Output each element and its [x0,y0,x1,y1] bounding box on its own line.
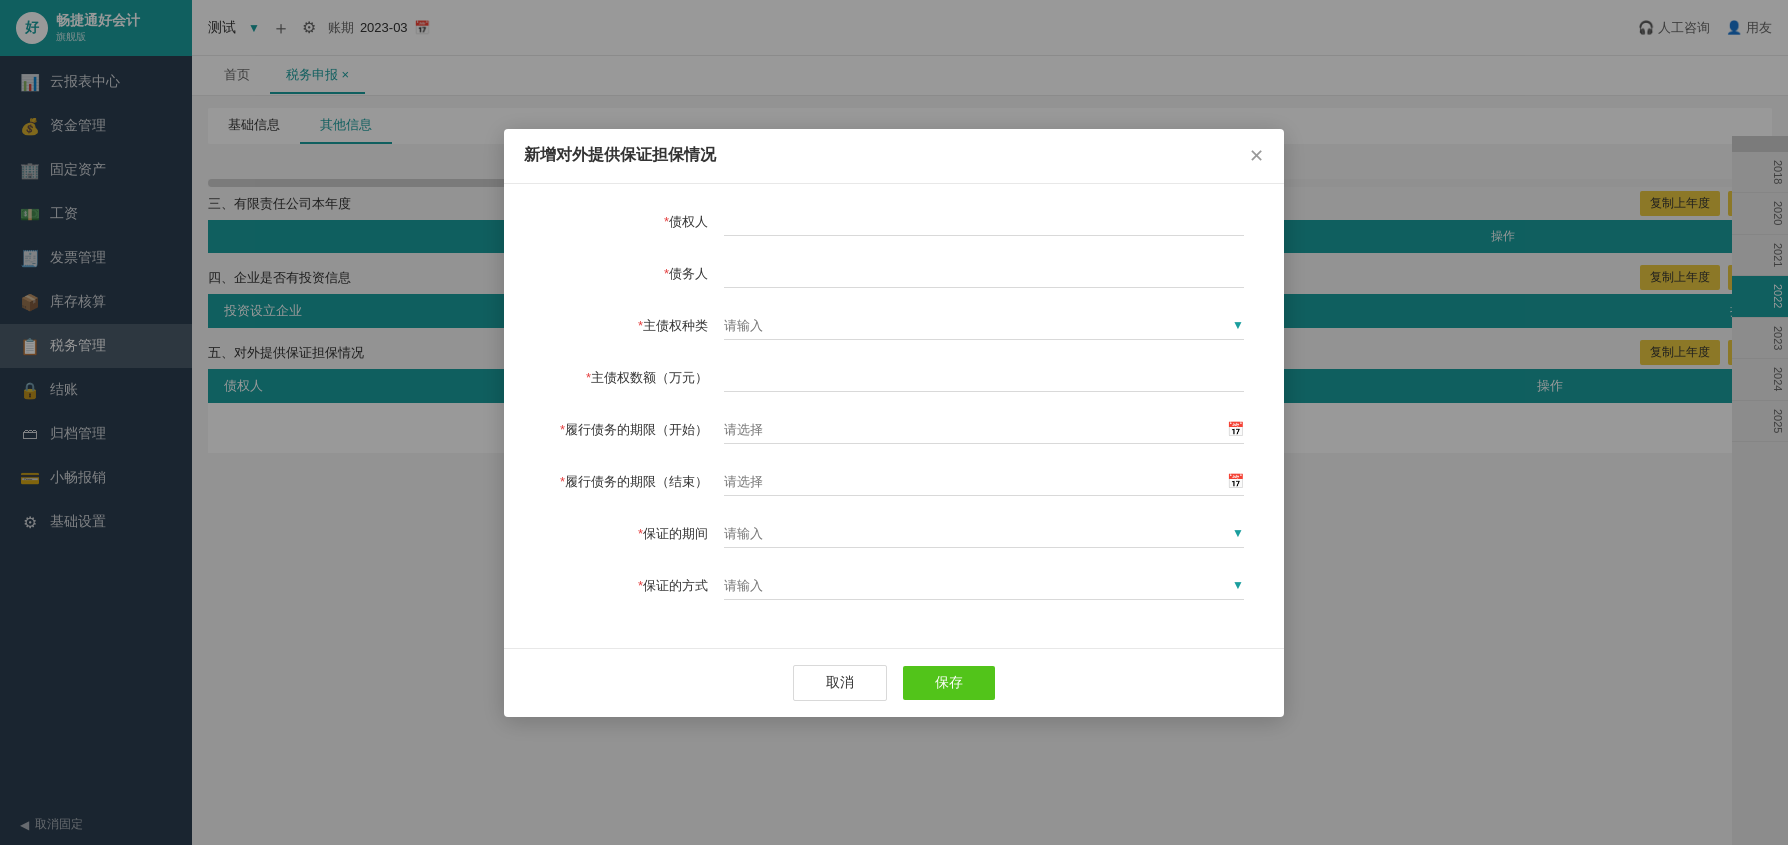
form-field-creditor: *债权人 [544,208,1244,236]
guarantee-period-dropdown-icon[interactable]: ▼ [1232,526,1244,540]
guarantee-method-input[interactable] [724,572,1232,599]
required-mark: * [664,266,669,281]
required-mark: * [638,318,643,333]
modal-footer: 取消 保存 [504,648,1284,717]
creditor-input[interactable] [724,208,1244,236]
modal-header: 新增对外提供保证担保情况 ✕ [504,129,1284,184]
guarantee-period-input[interactable] [724,520,1232,547]
debtor-input[interactable] [724,260,1244,288]
required-mark: * [664,214,669,229]
claim-type-input[interactable] [724,312,1232,339]
guarantee-method-wrapper: ▼ [724,572,1244,600]
required-mark: * [560,422,565,437]
period-start-input[interactable] [724,416,1227,443]
modal-close-button[interactable]: ✕ [1249,145,1264,167]
guarantee-method-dropdown-icon[interactable]: ▼ [1232,578,1244,592]
form-field-period-start: *履行债务的期限（开始） 📅 [544,416,1244,444]
guarantee-method-label: *保证的方式 [544,577,724,595]
form-field-guarantee-period: *保证的期间 ▼ [544,520,1244,548]
period-end-wrapper: 📅 [724,468,1244,496]
guarantee-period-wrapper: ▼ [724,520,1244,548]
guarantee-period-label: *保证的期间 [544,525,724,543]
period-start-label: *履行债务的期限（开始） [544,421,724,439]
modal-overlay: 新增对外提供保证担保情况 ✕ *债权人 *债务人 * [0,0,1788,845]
claim-amount-input[interactable] [724,364,1244,392]
required-mark: * [586,370,591,385]
form-field-period-end: *履行债务的期限（结束） 📅 [544,468,1244,496]
creditor-label: *债权人 [544,213,724,231]
form-field-debtor: *债务人 [544,260,1244,288]
required-mark: * [638,578,643,593]
claim-type-dropdown-icon[interactable]: ▼ [1232,318,1244,332]
form-field-guarantee-method: *保证的方式 ▼ [544,572,1244,600]
required-mark: * [638,526,643,541]
claim-amount-label: *主债权数额（万元） [544,369,724,387]
modal-title: 新增对外提供保证担保情况 [524,145,716,166]
cancel-button[interactable]: 取消 [793,665,887,701]
modal-body: *债权人 *债务人 *主债权种类 ▼ [504,184,1284,648]
modal-dialog: 新增对外提供保证担保情况 ✕ *债权人 *债务人 * [504,129,1284,717]
save-button[interactable]: 保存 [903,666,995,700]
claim-type-label: *主债权种类 [544,317,724,335]
period-end-label: *履行债务的期限（结束） [544,473,724,491]
required-mark: * [560,474,565,489]
form-field-claim-amount: *主债权数额（万元） [544,364,1244,392]
period-end-calendar-icon[interactable]: 📅 [1227,473,1244,489]
form-field-claim-type: *主债权种类 ▼ [544,312,1244,340]
debtor-label: *债务人 [544,265,724,283]
period-end-input[interactable] [724,468,1227,495]
claim-type-wrapper: ▼ [724,312,1244,340]
period-start-wrapper: 📅 [724,416,1244,444]
period-start-calendar-icon[interactable]: 📅 [1227,421,1244,437]
